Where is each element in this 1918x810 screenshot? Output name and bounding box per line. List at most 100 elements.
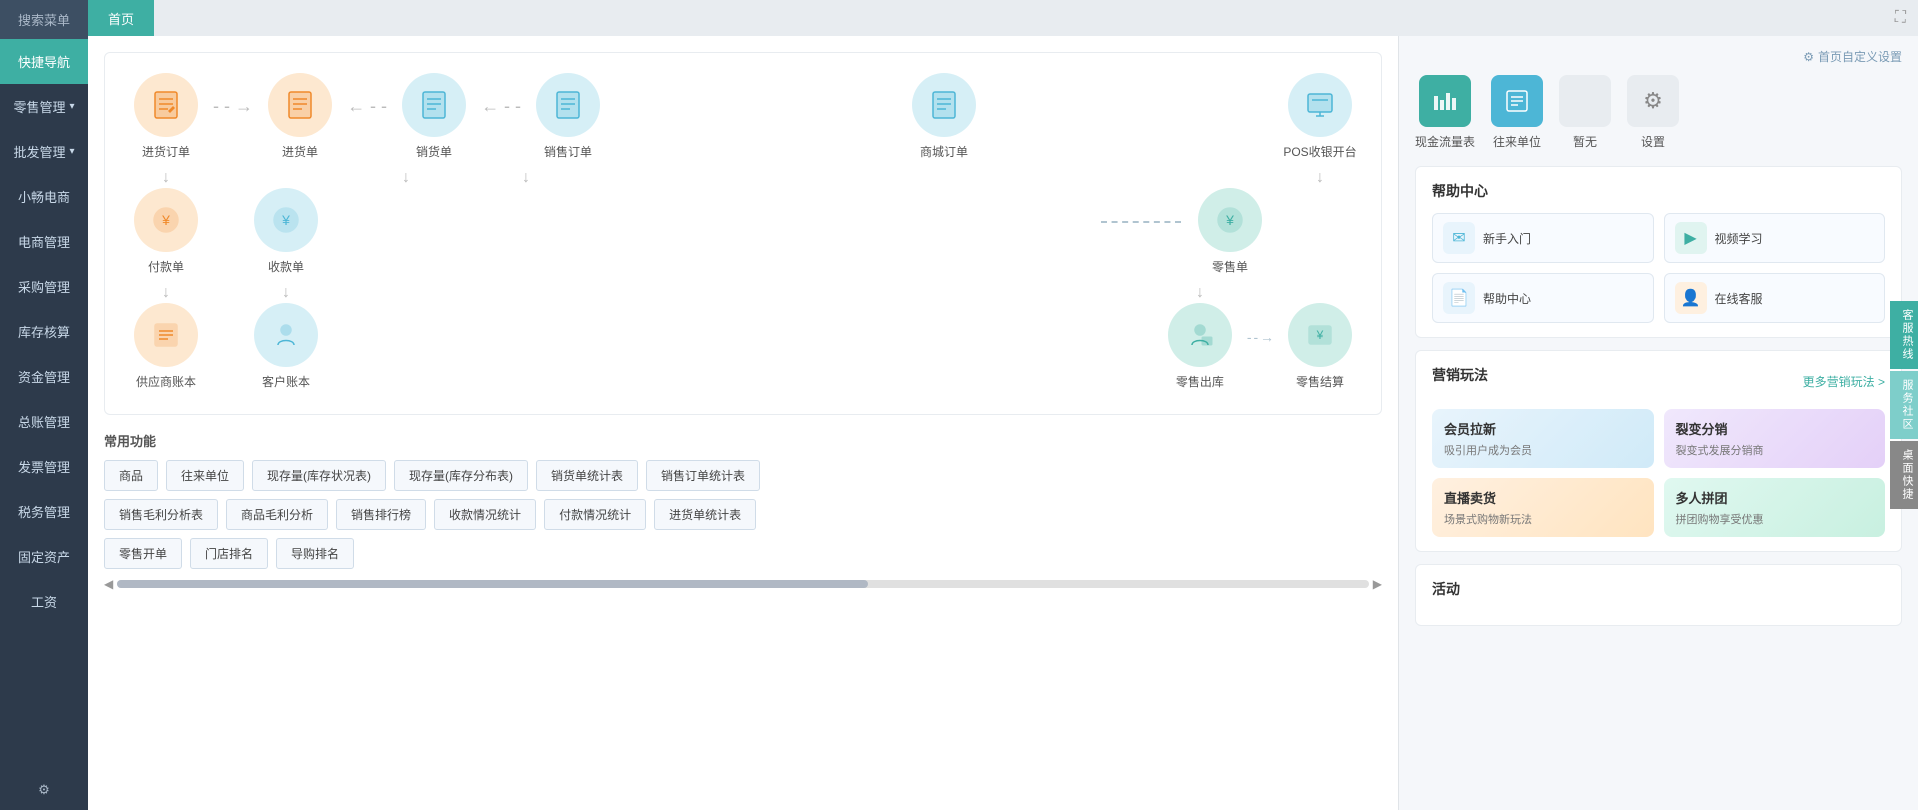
node-receipt-slip[interactable]: ¥ 收款单 bbox=[241, 188, 331, 275]
sidebar-item-purchase[interactable]: 采购管理 bbox=[0, 264, 88, 309]
float-btn-desktop-shortcut[interactable]: 桌面快捷 bbox=[1890, 441, 1918, 509]
quick-icon-cash-flow[interactable]: 现金流量表 bbox=[1415, 75, 1475, 150]
quick-icon-contacts[interactable]: 往来单位 bbox=[1491, 75, 1543, 150]
node-sales-order[interactable]: 销售订单 bbox=[523, 73, 613, 160]
sidebar-item-quick-nav[interactable]: 快捷导航 bbox=[0, 39, 88, 84]
sidebar-item-ecommerce[interactable]: 电商管理 bbox=[0, 219, 88, 264]
activity-title: 活动 bbox=[1432, 579, 1885, 599]
flow-row-2: ¥ 付款单 ¥ 收款单 bbox=[121, 188, 1365, 275]
float-btn-customer-service[interactable]: 客服热线 bbox=[1890, 301, 1918, 369]
sidebar-item-label: 税务管理 bbox=[18, 502, 70, 521]
tab-home-label: 首页 bbox=[108, 9, 134, 28]
supplier-account-label: 供应商账本 bbox=[136, 373, 196, 390]
func-btn-gross-profit[interactable]: 销售毛利分析表 bbox=[104, 499, 218, 530]
sidebar-item-xiaochang[interactable]: 小畅电商 bbox=[0, 174, 88, 219]
func-btn-sales-stats[interactable]: 销货单统计表 bbox=[536, 460, 638, 491]
tab-home[interactable]: 首页 bbox=[88, 0, 154, 36]
down-arrow-retail-order: ↓ bbox=[1196, 285, 1204, 301]
func-btn-inventory-dist[interactable]: 现存量(库存分布表) bbox=[394, 460, 528, 491]
func-btn-product[interactable]: 商品 bbox=[104, 460, 158, 491]
marketing-item-live[interactable]: 直播卖货 场景式购物新玩法 bbox=[1432, 478, 1654, 537]
sidebar-item-finance[interactable]: 资金管理 bbox=[0, 354, 88, 399]
customize-settings-label: 首页自定义设置 bbox=[1818, 48, 1902, 65]
tab-expand-button[interactable]: ⛶ bbox=[1883, 9, 1918, 27]
quick-icon-none[interactable]: 暂无 bbox=[1559, 75, 1611, 150]
marketing-grid: 会员拉新 吸引用户成为会员 裂变分销 裂变式发展分销商 直播卖货 场景式购物新玩… bbox=[1432, 409, 1885, 537]
scroll-right-arrow[interactable]: ▶ bbox=[1373, 577, 1382, 591]
arrow-1: - - → bbox=[213, 96, 253, 117]
node-sales-slip[interactable]: 销货单 bbox=[389, 73, 479, 160]
node-purchase-order[interactable]: 进货订单 bbox=[121, 73, 211, 160]
sales-order-label: 销售订单 bbox=[544, 143, 592, 160]
common-functions-title: 常用功能 bbox=[104, 431, 1382, 450]
func-btn-sales-rank[interactable]: 销售排行榜 bbox=[336, 499, 426, 530]
sidebar-search[interactable]: 搜索菜单 bbox=[0, 0, 88, 39]
retail-order-icon: ¥ bbox=[1198, 188, 1262, 252]
func-btn-guide-rank[interactable]: 导购排名 bbox=[276, 538, 354, 569]
help-item-video[interactable]: ▶ 视频学习 bbox=[1664, 213, 1886, 263]
func-btn-receipt-stats[interactable]: 收款情况统计 bbox=[434, 499, 536, 530]
quick-icon-settings[interactable]: ⚙ 设置 bbox=[1627, 75, 1679, 150]
sidebar-item-tax[interactable]: 税务管理 bbox=[0, 489, 88, 534]
func-btn-store-rank[interactable]: 门店排名 bbox=[190, 538, 268, 569]
func-btn-payment-stats[interactable]: 付款情况统计 bbox=[544, 499, 646, 530]
sidebar-item-general[interactable]: 总账管理 bbox=[0, 399, 88, 444]
func-row-3: 零售开单 门店排名 导购排名 bbox=[104, 538, 1382, 569]
contacts-icon-box bbox=[1491, 75, 1543, 127]
node-purchase-slip[interactable]: 进货单 bbox=[255, 73, 345, 160]
dashed-arrow-3: - - → bbox=[1247, 329, 1273, 345]
sidebar-item-payroll[interactable]: 工资 bbox=[0, 579, 88, 624]
live-desc: 场景式购物新玩法 bbox=[1444, 511, 1642, 527]
func-btn-retail-order[interactable]: 零售开单 bbox=[104, 538, 182, 569]
sidebar-item-wholesale[interactable]: 批发管理 ▾ bbox=[0, 129, 88, 174]
sidebar-item-invoice[interactable]: 发票管理 bbox=[0, 444, 88, 489]
gear-icon: ⚙ bbox=[1803, 50, 1814, 64]
purchase-order-label: 进货订单 bbox=[142, 143, 190, 160]
svg-text:¥: ¥ bbox=[161, 212, 170, 228]
quick-icons-row: 现金流量表 往来单位 暂无 bbox=[1415, 75, 1902, 150]
func-btn-product-profit[interactable]: 商品毛利分析 bbox=[226, 499, 328, 530]
sidebar-item-inventory[interactable]: 库存核算 bbox=[0, 309, 88, 354]
sidebar-settings-icon[interactable]: ⚙ bbox=[0, 770, 88, 810]
sidebar-item-label: 快捷导航 bbox=[18, 52, 70, 71]
sidebar-item-label: 发票管理 bbox=[18, 457, 70, 476]
activity-card: 活动 bbox=[1415, 564, 1902, 626]
sidebar-item-retail[interactable]: 零售管理 ▾ bbox=[0, 84, 88, 129]
node-supplier-account[interactable]: 供应商账本 bbox=[121, 303, 211, 390]
marketing-item-member[interactable]: 会员拉新 吸引用户成为会员 bbox=[1432, 409, 1654, 468]
func-btn-order-stats[interactable]: 销售订单统计表 bbox=[646, 460, 760, 491]
help-item-beginner[interactable]: ✉ 新手入门 bbox=[1432, 213, 1654, 263]
func-btn-purchase-stats[interactable]: 进货单统计表 bbox=[654, 499, 756, 530]
marketing-item-fission[interactable]: 裂变分销 裂变式发展分销商 bbox=[1664, 409, 1886, 468]
retail-settlement-icon: ¥ bbox=[1288, 303, 1352, 367]
node-pos-cashier[interactable]: POS收银开台 bbox=[1275, 73, 1365, 160]
scroll-track[interactable] bbox=[117, 580, 1369, 588]
fission-desc: 裂变式发展分销商 bbox=[1676, 442, 1874, 458]
help-item-service[interactable]: 👤 在线客服 bbox=[1664, 273, 1886, 323]
more-marketing-link[interactable]: 更多营销玩法 > bbox=[1803, 373, 1885, 390]
help-item-help[interactable]: 📄 帮助中心 bbox=[1432, 273, 1654, 323]
node-retail-order[interactable]: ¥ 零售单 bbox=[1185, 188, 1275, 275]
sidebar: 搜索菜单 快捷导航 零售管理 ▾ 批发管理 ▾ 小畅电商 电商管理 采购管理 库… bbox=[0, 0, 88, 810]
help-center-card: 帮助中心 ✉ 新手入门 ▶ 视频学习 📄 帮助中心 👤 bbox=[1415, 166, 1902, 338]
sidebar-item-label: 批发管理 bbox=[13, 142, 65, 161]
node-customer-account[interactable]: 客户账本 bbox=[241, 303, 331, 390]
beginner-label: 新手入门 bbox=[1483, 230, 1531, 247]
video-label: 视频学习 bbox=[1715, 230, 1763, 247]
node-retail-settlement[interactable]: ¥ 零售结算 bbox=[1275, 303, 1365, 390]
sidebar-item-assets[interactable]: 固定资产 bbox=[0, 534, 88, 579]
node-mall-order[interactable]: 商城订单 bbox=[899, 73, 989, 160]
func-btn-contacts[interactable]: 往来单位 bbox=[166, 460, 244, 491]
purchase-slip-label: 进货单 bbox=[282, 143, 318, 160]
flow-row-1: 进货订单 - - → 进货 bbox=[121, 73, 1365, 160]
flow-row-3: 供应商账本 客户账本 bbox=[121, 303, 1365, 390]
marketing-item-group[interactable]: 多人拼团 拼团购物享受优惠 bbox=[1664, 478, 1886, 537]
node-payment-slip[interactable]: ¥ 付款单 bbox=[121, 188, 211, 275]
customize-settings-link[interactable]: ⚙ 首页自定义设置 bbox=[1415, 48, 1902, 65]
content-area: 进货订单 - - → 进货 bbox=[88, 36, 1918, 810]
func-btn-inventory-status[interactable]: 现存量(库存状况表) bbox=[252, 460, 386, 491]
node-retail-outbound[interactable]: 零售出库 bbox=[1155, 303, 1245, 390]
float-btn-service-community[interactable]: 服务社区 bbox=[1890, 371, 1918, 439]
scroll-left-arrow[interactable]: ◀ bbox=[104, 577, 113, 591]
sidebar-item-label: 电商管理 bbox=[18, 232, 70, 251]
